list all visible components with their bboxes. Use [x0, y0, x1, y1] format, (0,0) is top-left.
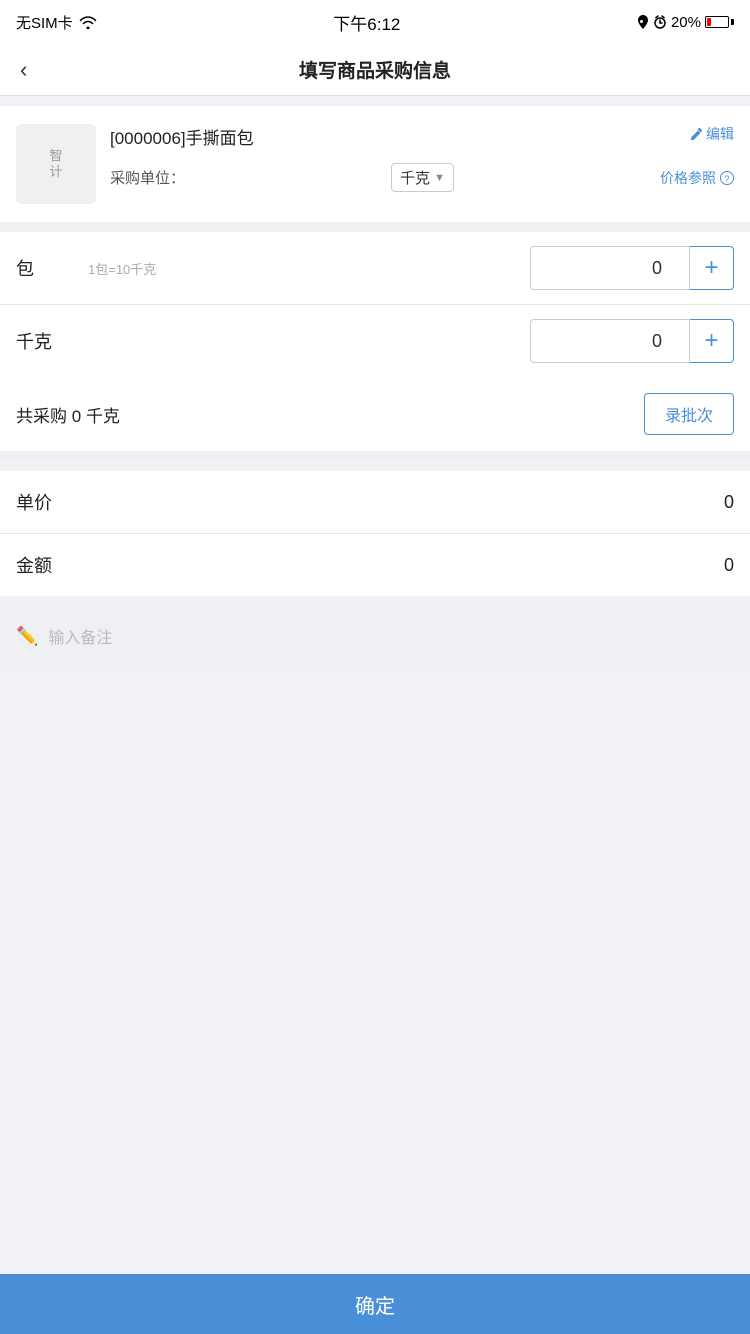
status-bar: 无SIM卡 下午6:12 20%	[0, 0, 750, 44]
divider-1	[0, 222, 750, 232]
amount-label: 金额	[16, 552, 52, 578]
bag-label: 包	[16, 255, 76, 281]
product-unit-row: 采购单位： 千克 ▼ 价格参照 ?	[110, 163, 734, 192]
amount-value: 0	[724, 555, 734, 576]
kg-input-row: 千克 +	[0, 305, 750, 377]
notes-placeholder: 输入备注	[48, 624, 112, 648]
dropdown-arrow-icon: ▼	[434, 172, 445, 184]
total-label: 共采购 0 千克	[16, 402, 120, 427]
total-quantity: 0	[72, 407, 81, 426]
battery-tip	[731, 19, 734, 25]
price-label: 单价	[16, 489, 52, 515]
input-section: 包 1包=10千克 + 千克 +	[0, 232, 750, 377]
status-right: 20%	[637, 14, 734, 31]
price-value: 0	[724, 492, 734, 513]
wifi-icon	[79, 15, 97, 29]
page-title: 填写商品采购信息	[299, 56, 451, 83]
bag-input[interactable]	[530, 246, 690, 290]
svg-text:?: ?	[724, 174, 729, 184]
battery-body	[705, 16, 729, 28]
battery-fill	[707, 18, 711, 26]
unit-value: 千克	[400, 167, 430, 188]
status-time: 下午6:12	[333, 10, 400, 35]
battery-percent: 20%	[671, 14, 701, 31]
bag-input-row: 包 1包=10千克 +	[0, 232, 750, 305]
total-unit: 千克	[86, 407, 120, 426]
kg-label: 千克	[16, 328, 76, 354]
batch-button[interactable]: 录批次	[644, 393, 734, 435]
back-button[interactable]: ‹	[20, 59, 27, 81]
total-prefix: 共采购	[16, 407, 67, 426]
bag-plus-button[interactable]: +	[690, 246, 734, 290]
info-section: 单价 0 金额 0	[0, 471, 750, 596]
price-reference-button[interactable]: 价格参照 ?	[660, 168, 734, 188]
help-icon: ?	[720, 171, 734, 185]
plus-icon: +	[704, 254, 718, 282]
status-left: 无SIM卡	[16, 12, 97, 33]
bag-field-wrap: +	[168, 246, 734, 290]
notes-section[interactable]: ✏️ 输入备注	[0, 606, 750, 666]
product-name: [0000006]手撕面包	[110, 124, 690, 149]
main-content: 智 计 [0000006]手撕面包 编辑 采购单位： 千克 ▼	[0, 106, 750, 926]
kg-field-wrap: +	[88, 319, 734, 363]
bag-sublabel: 1包=10千克	[88, 259, 156, 278]
alarm-icon	[653, 15, 667, 29]
unit-select[interactable]: 千克 ▼	[391, 163, 454, 192]
price-ref-label: 价格参照	[660, 168, 716, 188]
kg-input[interactable]	[530, 319, 690, 363]
unit-label: 采购单位：	[110, 167, 185, 188]
plus-icon-2: +	[704, 327, 718, 355]
empty-space	[0, 666, 750, 866]
total-row: 共采购 0 千克 录批次	[0, 377, 750, 451]
kg-plus-button[interactable]: +	[690, 319, 734, 363]
amount-row: 金额 0	[0, 534, 750, 596]
nav-bar: ‹ 填写商品采购信息	[0, 44, 750, 96]
edit-icon	[690, 128, 703, 141]
divider-2	[0, 451, 750, 461]
product-card: 智 计 [0000006]手撕面包 编辑 采购单位： 千克 ▼	[0, 106, 750, 222]
confirm-button[interactable]: 确定	[0, 1274, 750, 1334]
pencil-icon: ✏️	[16, 626, 38, 647]
product-logo: 智 计	[49, 148, 62, 179]
network-label: 无SIM卡	[16, 12, 73, 33]
product-image: 智 计	[16, 124, 96, 204]
price-row: 单价 0	[0, 471, 750, 534]
product-name-row: [0000006]手撕面包 编辑	[110, 124, 734, 149]
product-info: [0000006]手撕面包 编辑 采购单位： 千克 ▼ 价格参照	[110, 124, 734, 192]
edit-button[interactable]: 编辑	[690, 124, 734, 144]
location-icon	[637, 15, 649, 29]
battery-bar	[705, 16, 734, 28]
